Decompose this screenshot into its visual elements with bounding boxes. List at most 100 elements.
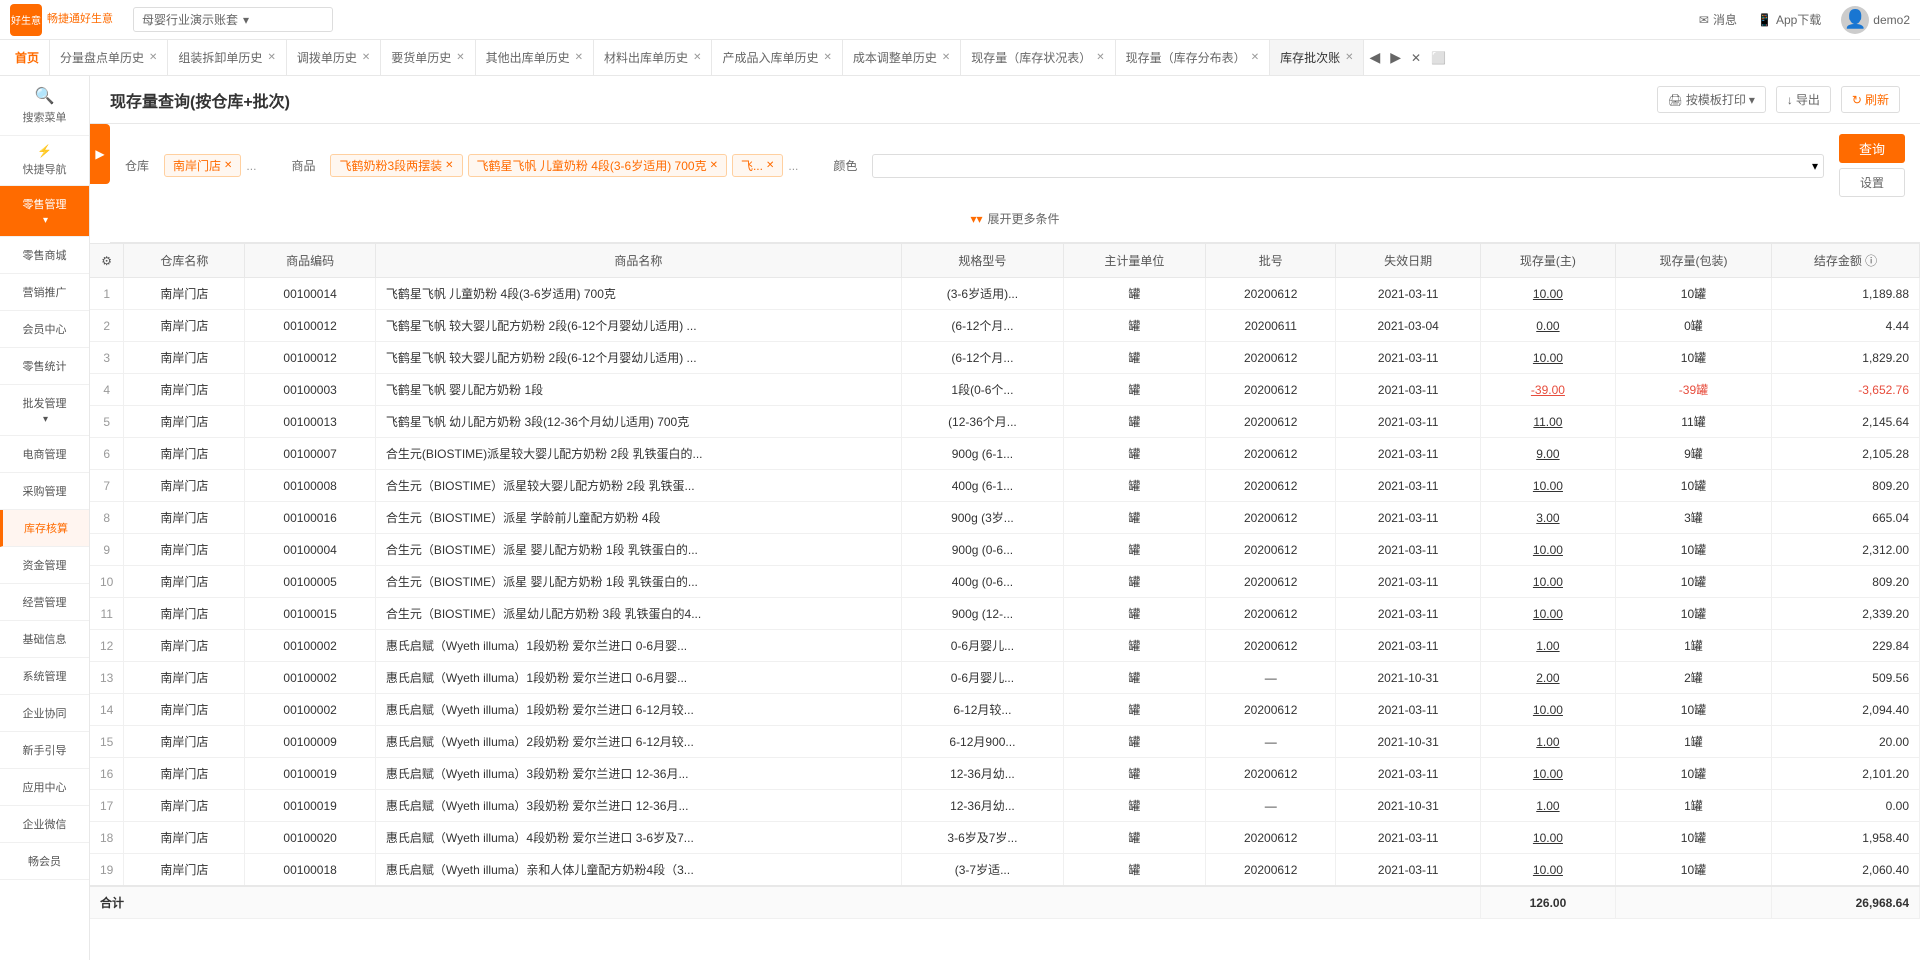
sidebar-item-member2[interactable]: 畅会员 <box>0 843 89 880</box>
sidebar-item-ecommerce[interactable]: 电商管理 <box>0 436 89 473</box>
row-amount: 2,339.20 <box>1772 598 1920 630</box>
sidebar-quick[interactable]: ⚡ 快捷导航 <box>0 136 89 186</box>
tab-2[interactable]: 组装拆卸单历史 ✕ <box>168 40 286 76</box>
setting-btn[interactable]: 设置 <box>1839 168 1905 197</box>
tab-8[interactable]: 成本调整单历史 ✕ <box>843 40 961 76</box>
tab-1-close[interactable]: ✕ <box>149 52 157 63</box>
app-download-btn[interactable]: 📱 App下载 <box>1757 11 1821 28</box>
row-qty[interactable]: 10.00 <box>1480 278 1615 310</box>
tab-7[interactable]: 产成品入库单历史 ✕ <box>712 40 842 76</box>
row-qty[interactable]: 10.00 <box>1480 534 1615 566</box>
tab-maximize-btn[interactable]: ⬜ <box>1426 51 1451 65</box>
warehouse-tag-1-close[interactable]: ✕ <box>224 160 232 171</box>
tab-3-close[interactable]: ✕ <box>362 52 370 63</box>
product-more[interactable]: ... <box>788 159 798 173</box>
tab-10[interactable]: 现存量（库存分布表） ✕ <box>1116 40 1270 76</box>
row-qty[interactable]: 10.00 <box>1480 470 1615 502</box>
sidebar-item-finance[interactable]: 资金管理 <box>0 547 89 584</box>
row-qty[interactable]: 10.00 <box>1480 758 1615 790</box>
member2-label: 畅会员 <box>28 853 61 869</box>
tab-8-close[interactable]: ✕ <box>942 52 950 63</box>
filter-container: ▶ 仓库 南岸门店 ✕ ... 商品 飞鹤奶粉3段两摆装 <box>90 124 1920 244</box>
product-tag-1-close[interactable]: ✕ <box>445 160 453 171</box>
tab-5[interactable]: 其他出库单历史 ✕ <box>476 40 594 76</box>
filter-expand-btn[interactable]: ▶ <box>90 124 110 184</box>
setting-icon[interactable]: ⚙ <box>101 254 112 268</box>
sidebar-item-retail-mgmt[interactable]: 零售管理 ▾ <box>0 186 89 237</box>
sidebar-item-member[interactable]: 会员中心 <box>0 311 89 348</box>
product-tags: 飞鹤奶粉3段两摆装 ✕ 飞鹤星飞帆 儿童奶粉 4段(3-6岁适用) 700克 ✕… <box>330 154 798 177</box>
filter-expand-row[interactable]: ▾▾ 展开更多条件 <box>125 205 1905 232</box>
message-btn[interactable]: ✉ 消息 <box>1699 11 1737 28</box>
tab-11[interactable]: 库存批次账 ✕ <box>1270 40 1364 76</box>
tab-9-close[interactable]: ✕ <box>1096 52 1104 63</box>
sidebar-item-collab[interactable]: 企业协同 <box>0 695 89 732</box>
sidebar-item-wholesale[interactable]: 批发管理 ▾ <box>0 385 89 436</box>
tab-10-close[interactable]: ✕ <box>1251 52 1259 63</box>
row-qty[interactable]: 3.00 <box>1480 502 1615 534</box>
search-btn[interactable]: 查询 <box>1839 134 1905 163</box>
sidebar-item-app-center[interactable]: 应用中心 <box>0 769 89 806</box>
row-qty[interactable]: 10.00 <box>1480 694 1615 726</box>
tab-11-close[interactable]: ✕ <box>1345 52 1353 63</box>
row-qty[interactable]: 10.00 <box>1480 566 1615 598</box>
tab-1[interactable]: 分量盘点单历史 ✕ <box>50 40 168 76</box>
workspace-selector[interactable]: 母婴行业演示账套 ▾ <box>133 7 333 32</box>
product-tag-2[interactable]: 飞鹤星飞帆 儿童奶粉 4段(3-6岁适用) 700克 ✕ <box>468 154 727 177</box>
sidebar-item-operations[interactable]: 经营管理 <box>0 584 89 621</box>
row-qty[interactable]: 9.00 <box>1480 438 1615 470</box>
row-qty[interactable]: 1.00 <box>1480 630 1615 662</box>
tab-2-close[interactable]: ✕ <box>267 52 275 63</box>
color-filter-input[interactable]: ▾ <box>872 154 1824 178</box>
print-btn[interactable]: 🖨 按模板打印 ▾ <box>1657 86 1766 113</box>
row-qty[interactable]: 10.00 <box>1480 854 1615 887</box>
tab-4[interactable]: 要货单历史 ✕ <box>381 40 475 76</box>
product-tag-1[interactable]: 飞鹤奶粉3段两摆装 ✕ <box>330 154 462 177</box>
tab-5-close[interactable]: ✕ <box>575 52 583 63</box>
sidebar-item-retail-shop[interactable]: 零售商城 <box>0 237 89 274</box>
product-tag-3[interactable]: 飞... ✕ <box>732 154 783 177</box>
product-tag-3-close[interactable]: ✕ <box>766 160 774 171</box>
sidebar-item-marketing[interactable]: 营销推广 <box>0 274 89 311</box>
tab-9[interactable]: 现存量（库存状况表） ✕ <box>961 40 1115 76</box>
tab-6-close[interactable]: ✕ <box>693 52 701 63</box>
tab-home[interactable]: 首页 <box>5 40 50 76</box>
user-area[interactable]: 👤 demo2 <box>1841 6 1910 34</box>
row-batch: 20200612 <box>1205 342 1335 374</box>
tab-4-close[interactable]: ✕ <box>456 52 464 63</box>
refresh-btn[interactable]: ↻ 刷新 <box>1841 86 1900 113</box>
sidebar-search[interactable]: 🔍 搜索菜单 <box>0 76 89 136</box>
tab-6[interactable]: 材料出库单历史 ✕ <box>594 40 712 76</box>
row-qty[interactable]: -39.00 <box>1480 374 1615 406</box>
tab-close-all-btn[interactable]: ✕ <box>1406 51 1426 65</box>
th-setting[interactable]: ⚙ <box>90 244 124 278</box>
row-qty[interactable]: 2.00 <box>1480 662 1615 694</box>
row-qty[interactable]: 11.00 <box>1480 406 1615 438</box>
row-batch: — <box>1205 790 1335 822</box>
tab-prev-btn[interactable]: ◀ <box>1364 49 1385 66</box>
sidebar-item-inventory[interactable]: 库存核算 <box>0 510 89 547</box>
tab-3[interactable]: 调拨单历史 ✕ <box>287 40 381 76</box>
marketing-label: 营销推广 <box>23 284 67 300</box>
tab-next-btn[interactable]: ▶ <box>1385 49 1406 66</box>
export-btn[interactable]: ↓ 导出 <box>1776 86 1831 113</box>
sidebar-item-wechat[interactable]: 企业微信 <box>0 806 89 843</box>
warehouse-more[interactable]: ... <box>246 159 256 173</box>
sidebar-item-basic[interactable]: 基础信息 <box>0 621 89 658</box>
sidebar-item-retail-stats[interactable]: 零售统计 <box>0 348 89 385</box>
row-amount: 809.20 <box>1772 470 1920 502</box>
sidebar-item-purchase[interactable]: 采购管理 <box>0 473 89 510</box>
row-qty[interactable]: 10.00 <box>1480 598 1615 630</box>
row-qty[interactable]: 10.00 <box>1480 342 1615 374</box>
warehouse-tag-1[interactable]: 南岸门店 ✕ <box>164 154 241 177</box>
sidebar-item-guide[interactable]: 新手引导 <box>0 732 89 769</box>
row-qty[interactable]: 10.00 <box>1480 822 1615 854</box>
row-expire: 2021-03-11 <box>1336 694 1480 726</box>
table-row: 5 南岸门店 00100013 飞鹤星飞帆 幼儿配方奶粉 3段(12-36个月幼… <box>90 406 1920 438</box>
sidebar-item-system[interactable]: 系统管理 <box>0 658 89 695</box>
product-tag-2-close[interactable]: ✕ <box>710 160 718 171</box>
row-qty[interactable]: 1.00 <box>1480 726 1615 758</box>
row-qty[interactable]: 0.00 <box>1480 310 1615 342</box>
row-qty[interactable]: 1.00 <box>1480 790 1615 822</box>
tab-7-close[interactable]: ✕ <box>823 52 831 63</box>
